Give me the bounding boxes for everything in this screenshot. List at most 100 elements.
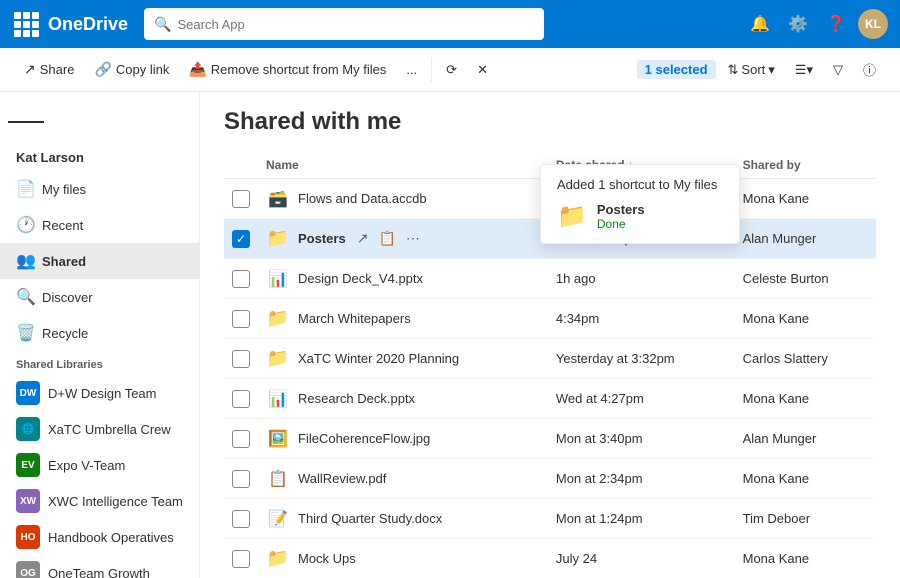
sidebar-item-ev[interactable]: EV Expo V-Team: [0, 447, 199, 483]
cmd-right: ⇅ Sort ▾ ☰▾ ▽ ⓘ: [720, 54, 884, 86]
grid-icon: [14, 12, 39, 37]
sidebar-item-og[interactable]: OG OneTeam Growth: [0, 555, 199, 578]
lib-label-xwc: XWC Intelligence Team: [48, 494, 183, 509]
checkbox-empty: [232, 430, 250, 448]
checkbox-empty: [232, 390, 250, 408]
table-row[interactable]: 📁 XaTC Winter 2020 Planning Yesterday at…: [224, 339, 876, 379]
row-name-cell[interactable]: 🖼️ FileCoherenceFlow.jpg: [258, 419, 548, 459]
notifications-button[interactable]: 🔔: [744, 8, 776, 40]
sidebar-item-recent[interactable]: 🕐 Recent: [0, 207, 199, 243]
lib-label-og: OneTeam Growth: [48, 566, 150, 578]
search-bar[interactable]: 🔍: [144, 8, 544, 40]
row-share-button[interactable]: ↗: [354, 227, 372, 250]
app-grid-button[interactable]: [12, 10, 40, 38]
row-date: 4:34pm: [548, 299, 735, 339]
row-name-cell[interactable]: 📊 Design Deck_V4.pptx: [258, 259, 548, 299]
help-button[interactable]: ❓: [820, 8, 852, 40]
close-selection-button[interactable]: ✕: [469, 54, 496, 86]
row-checkbox[interactable]: [224, 459, 258, 499]
group-by-button[interactable]: ☰▾: [787, 54, 821, 86]
table-row[interactable]: 📁 March Whitepapers 4:34pm Mona Kane: [224, 299, 876, 339]
discover-icon: 🔍: [16, 287, 34, 307]
top-bar-right: 🔔 ⚙️ ❓ KL: [744, 8, 888, 40]
lib-label-ev: Expo V-Team: [48, 458, 125, 473]
row-shared-by: Alan Munger: [735, 419, 876, 459]
search-input[interactable]: [177, 17, 534, 32]
row-checkbox[interactable]: [224, 299, 258, 339]
file-name: Flows and Data.accdb: [298, 191, 427, 206]
sort-button[interactable]: ⇅ Sort ▾: [720, 54, 783, 86]
row-name-cell[interactable]: 📁 Mock Ups: [258, 539, 548, 578]
refresh-button[interactable]: ⟳: [438, 54, 465, 86]
row-date: July 24: [548, 539, 735, 578]
row-name-cell[interactable]: 📝 Third Quarter Study.docx: [258, 499, 548, 539]
checkbox-empty: [232, 550, 250, 568]
avatar[interactable]: KL: [858, 9, 888, 39]
sidebar-item-label: Recent: [42, 218, 83, 233]
checkbox-empty: [232, 510, 250, 528]
share-button[interactable]: ↗ Share: [16, 54, 82, 86]
file-name: WallReview.pdf: [298, 471, 386, 486]
sidebar-item-label: Shared: [42, 254, 86, 269]
command-bar: ↗ Share 🔗 Copy link 📤 Remove shortcut fr…: [0, 48, 900, 92]
row-shared-by: Celeste Burton: [735, 259, 876, 299]
sort-icon: ⇅: [728, 62, 739, 78]
row-checkbox[interactable]: [224, 339, 258, 379]
file-name: FileCoherenceFlow.jpg: [298, 431, 430, 446]
row-checkbox[interactable]: [224, 499, 258, 539]
shared-libraries-label: Shared Libraries: [0, 351, 199, 375]
main-layout: Kat Larson 📄 My files 🕐 Recent 👥 Shared …: [0, 92, 900, 578]
row-shared-by: Tim Deboer: [735, 499, 876, 539]
filter-button[interactable]: ▽: [825, 54, 851, 86]
table-row[interactable]: 📋 WallReview.pdf Mon at 2:34pm Mona Kane: [224, 459, 876, 499]
row-name-cell[interactable]: 📋 WallReview.pdf: [258, 459, 548, 499]
sidebar-item-shared[interactable]: 👥 Shared: [0, 243, 199, 279]
row-shared-by: Carlos Slattery: [735, 339, 876, 379]
file-type-icon: 📊: [266, 388, 290, 409]
row-name-cell[interactable]: 📁 Posters ↗ 📋 ⋯: [258, 219, 548, 259]
info-button[interactable]: ⓘ: [855, 54, 884, 86]
row-name-cell[interactable]: 📁 March Whitepapers: [258, 299, 548, 339]
lib-avatar-ev: EV: [16, 453, 40, 477]
table-row[interactable]: 📊 Research Deck.pptx Wed at 4:27pm Mona …: [224, 379, 876, 419]
row-name-cell[interactable]: 📊 Research Deck.pptx: [258, 379, 548, 419]
row-checkbox[interactable]: [224, 419, 258, 459]
file-name: March Whitepapers: [298, 311, 411, 326]
file-type-icon: 📝: [266, 508, 290, 529]
copy-link-button[interactable]: 🔗 Copy link: [86, 54, 177, 86]
file-type-icon: 📁: [266, 228, 290, 249]
row-shared-by: Mona Kane: [735, 539, 876, 578]
file-type-icon: 📁: [266, 348, 290, 369]
row-copy-button[interactable]: 📋: [375, 227, 398, 250]
row-date: Yesterday at 3:32pm: [548, 339, 735, 379]
settings-button[interactable]: ⚙️: [782, 8, 814, 40]
row-name-cell[interactable]: 📁 XaTC Winter 2020 Planning: [258, 339, 548, 379]
table-row[interactable]: 📝 Third Quarter Study.docx Mon at 1:24pm…: [224, 499, 876, 539]
lib-label-dw: D+W Design Team: [48, 386, 157, 401]
file-type-icon: 🖼️: [266, 428, 290, 449]
sidebar-item-discover[interactable]: 🔍 Discover: [0, 279, 199, 315]
sidebar-item-my-files[interactable]: 📄 My files: [0, 171, 199, 207]
sidebar-item-ho[interactable]: HO Handbook Operatives: [0, 519, 199, 555]
row-checkbox[interactable]: ✓: [224, 219, 258, 259]
sidebar-item-recycle[interactable]: 🗑️ Recycle: [0, 315, 199, 351]
more-actions-button[interactable]: ...: [398, 54, 425, 86]
row-checkbox[interactable]: [224, 259, 258, 299]
row-name-cell[interactable]: 🗃️ Flows and Data.accdb: [258, 179, 548, 219]
table-row[interactable]: 🖼️ FileCoherenceFlow.jpg Mon at 3:40pm A…: [224, 419, 876, 459]
hamburger-menu[interactable]: [8, 104, 44, 140]
remove-shortcut-button[interactable]: 📤 Remove shortcut from My files: [181, 54, 394, 86]
row-checkbox[interactable]: [224, 539, 258, 578]
th-name[interactable]: Name: [258, 152, 548, 179]
sidebar-item-dw[interactable]: DW D+W Design Team: [0, 375, 199, 411]
row-checkbox[interactable]: [224, 379, 258, 419]
row-checkbox[interactable]: [224, 179, 258, 219]
table-row[interactable]: 📁 Mock Ups July 24 Mona Kane: [224, 539, 876, 578]
lib-avatar-xatc: 🌐: [16, 417, 40, 441]
share-icon: ↗: [24, 61, 36, 78]
sidebar-item-xatc[interactable]: 🌐 XaTC Umbrella Crew: [0, 411, 199, 447]
sidebar-item-xwc[interactable]: XW XWC Intelligence Team: [0, 483, 199, 519]
row-more-button[interactable]: ⋯: [403, 227, 423, 250]
table-row[interactable]: 📊 Design Deck_V4.pptx 1h ago Celeste Bur…: [224, 259, 876, 299]
file-type-icon: 📁: [266, 308, 290, 329]
